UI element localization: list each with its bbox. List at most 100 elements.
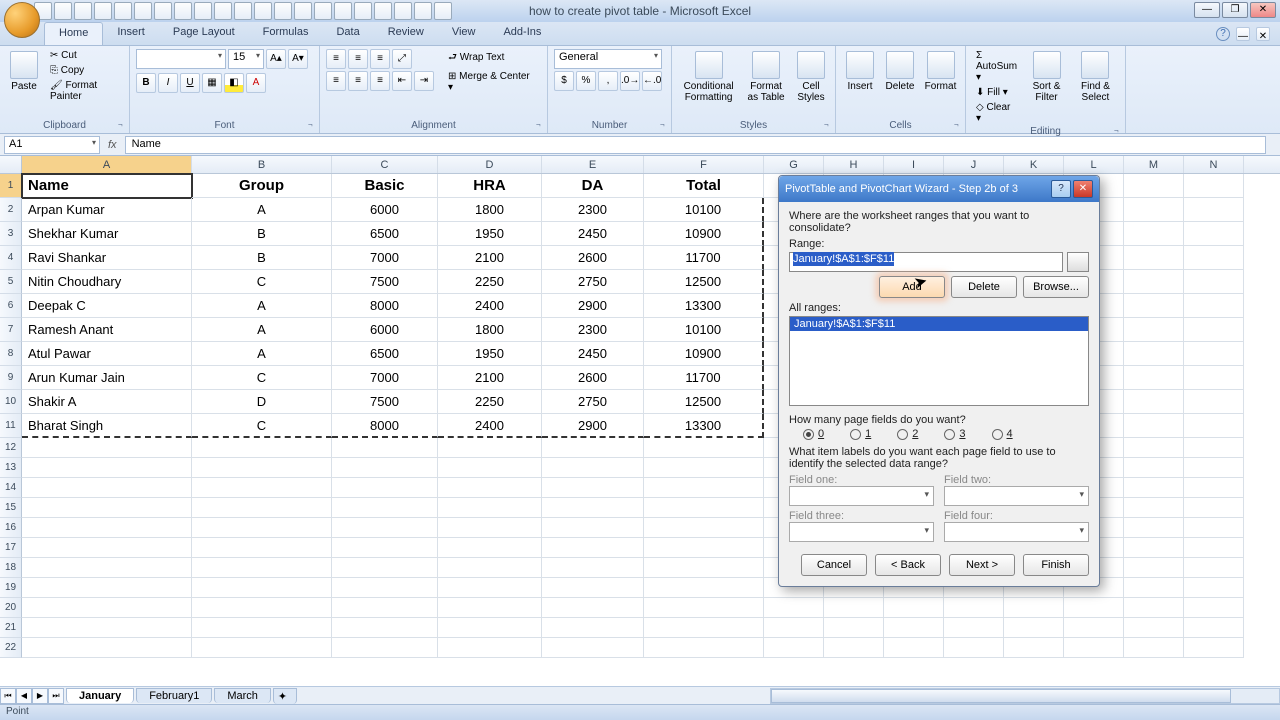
cell[interactable] xyxy=(944,638,1004,658)
select-all-cell[interactable] xyxy=(0,156,22,173)
cell[interactable] xyxy=(192,618,332,638)
cell[interactable] xyxy=(22,598,192,618)
cell[interactable] xyxy=(438,518,542,538)
sheet-tab-january[interactable]: January xyxy=(66,688,134,703)
increase-indent-icon[interactable]: ⇥ xyxy=(414,71,434,91)
qat-btn[interactable] xyxy=(94,2,112,20)
column-header[interactable]: A xyxy=(22,156,192,173)
cell[interactable]: C xyxy=(192,270,332,294)
row-header[interactable]: 13 xyxy=(0,458,22,478)
qat-redo-icon[interactable] xyxy=(74,2,92,20)
cell[interactable] xyxy=(944,598,1004,618)
cell[interactable]: Deepak C xyxy=(22,294,192,318)
dialog-title-bar[interactable]: PivotTable and PivotChart Wizard - Step … xyxy=(779,176,1099,202)
align-middle-icon[interactable]: ≡ xyxy=(348,49,368,69)
cell[interactable]: HRA xyxy=(438,174,542,198)
decrease-indent-icon[interactable]: ⇤ xyxy=(392,71,412,91)
close-button[interactable]: ✕ xyxy=(1250,2,1276,18)
cell[interactable] xyxy=(542,638,644,658)
cell[interactable] xyxy=(884,618,944,638)
cell[interactable] xyxy=(764,598,824,618)
fill-button[interactable]: ⬇ Fill ▾ xyxy=(972,86,1021,99)
column-header[interactable]: E xyxy=(542,156,644,173)
tab-home[interactable]: Home xyxy=(44,22,103,45)
next-button[interactable]: Next > xyxy=(949,554,1015,576)
cell[interactable] xyxy=(22,638,192,658)
qat-btn[interactable] xyxy=(354,2,372,20)
increase-decimal-icon[interactable]: .0→ xyxy=(620,71,640,91)
tab-page-layout[interactable]: Page Layout xyxy=(159,22,249,45)
cell[interactable] xyxy=(542,458,644,478)
percent-icon[interactable]: % xyxy=(576,71,596,91)
orientation-icon[interactable]: ⤢ xyxy=(392,49,412,69)
cell[interactable] xyxy=(1184,598,1244,618)
row-header[interactable]: 3 xyxy=(0,222,22,246)
cell[interactable] xyxy=(22,538,192,558)
row-header[interactable]: 20 xyxy=(0,598,22,618)
qat-btn[interactable] xyxy=(334,2,352,20)
cell[interactable] xyxy=(438,578,542,598)
cell[interactable] xyxy=(22,558,192,578)
cell[interactable] xyxy=(438,618,542,638)
cell[interactable]: 11700 xyxy=(644,366,764,390)
cell[interactable]: 1950 xyxy=(438,342,542,366)
name-box[interactable]: A1 xyxy=(4,136,100,154)
cell[interactable]: A xyxy=(192,198,332,222)
cell[interactable] xyxy=(22,478,192,498)
field-combo[interactable] xyxy=(944,486,1089,506)
cell[interactable]: DA xyxy=(542,174,644,198)
italic-button[interactable]: I xyxy=(158,73,178,93)
cell[interactable] xyxy=(542,618,644,638)
delete-cells-button[interactable]: Delete xyxy=(882,49,918,94)
cell[interactable]: 6500 xyxy=(332,222,438,246)
wrap-text-button[interactable]: ⮐ Wrap Text xyxy=(444,49,541,68)
cell[interactable] xyxy=(1124,538,1184,558)
horizontal-scrollbar[interactable] xyxy=(770,688,1280,704)
cell[interactable] xyxy=(1004,638,1064,658)
cell[interactable] xyxy=(192,458,332,478)
font-color-button[interactable]: A xyxy=(246,73,266,93)
qat-btn[interactable] xyxy=(254,2,272,20)
cell[interactable] xyxy=(332,478,438,498)
cell[interactable] xyxy=(644,578,764,598)
column-header[interactable]: I xyxy=(884,156,944,173)
browse-button[interactable]: Browse... xyxy=(1023,276,1089,298)
cell[interactable] xyxy=(1184,518,1244,538)
cell[interactable] xyxy=(1184,366,1244,390)
delete-button[interactable]: Delete xyxy=(951,276,1017,298)
cell[interactable] xyxy=(1124,598,1184,618)
cell[interactable]: 2900 xyxy=(542,294,644,318)
cell[interactable]: Ramesh Anant xyxy=(22,318,192,342)
cell[interactable]: 11700 xyxy=(644,246,764,270)
sheet-tab-february1[interactable]: February1 xyxy=(136,688,212,703)
cell[interactable] xyxy=(1124,578,1184,598)
cell[interactable] xyxy=(332,458,438,478)
row-header[interactable]: 2 xyxy=(0,198,22,222)
column-header[interactable]: H xyxy=(824,156,884,173)
cell[interactable]: 2300 xyxy=(542,318,644,342)
page-fields-radio-2[interactable]: 2 xyxy=(897,428,918,440)
cell[interactable]: 1800 xyxy=(438,318,542,342)
cell[interactable] xyxy=(332,578,438,598)
cell[interactable] xyxy=(1064,638,1124,658)
help-icon[interactable]: ? xyxy=(1216,27,1230,41)
row-header[interactable]: 19 xyxy=(0,578,22,598)
cell[interactable]: A xyxy=(192,342,332,366)
cell[interactable] xyxy=(192,578,332,598)
cell[interactable]: Total xyxy=(644,174,764,198)
cell[interactable] xyxy=(332,438,438,458)
cell[interactable] xyxy=(944,618,1004,638)
sheet-nav-first-icon[interactable]: ⏮ xyxy=(0,688,16,704)
cell[interactable] xyxy=(1124,498,1184,518)
qat-btn[interactable] xyxy=(294,2,312,20)
cell[interactable]: 2750 xyxy=(542,390,644,414)
underline-button[interactable]: U xyxy=(180,73,200,93)
align-top-icon[interactable]: ≡ xyxy=(326,49,346,69)
number-format-combo[interactable]: General xyxy=(554,49,662,69)
cell[interactable] xyxy=(644,498,764,518)
cell[interactable] xyxy=(1184,294,1244,318)
cell[interactable] xyxy=(1124,318,1184,342)
column-header[interactable]: N xyxy=(1184,156,1244,173)
cell[interactable]: 8000 xyxy=(332,414,438,438)
row-header[interactable]: 12 xyxy=(0,438,22,458)
